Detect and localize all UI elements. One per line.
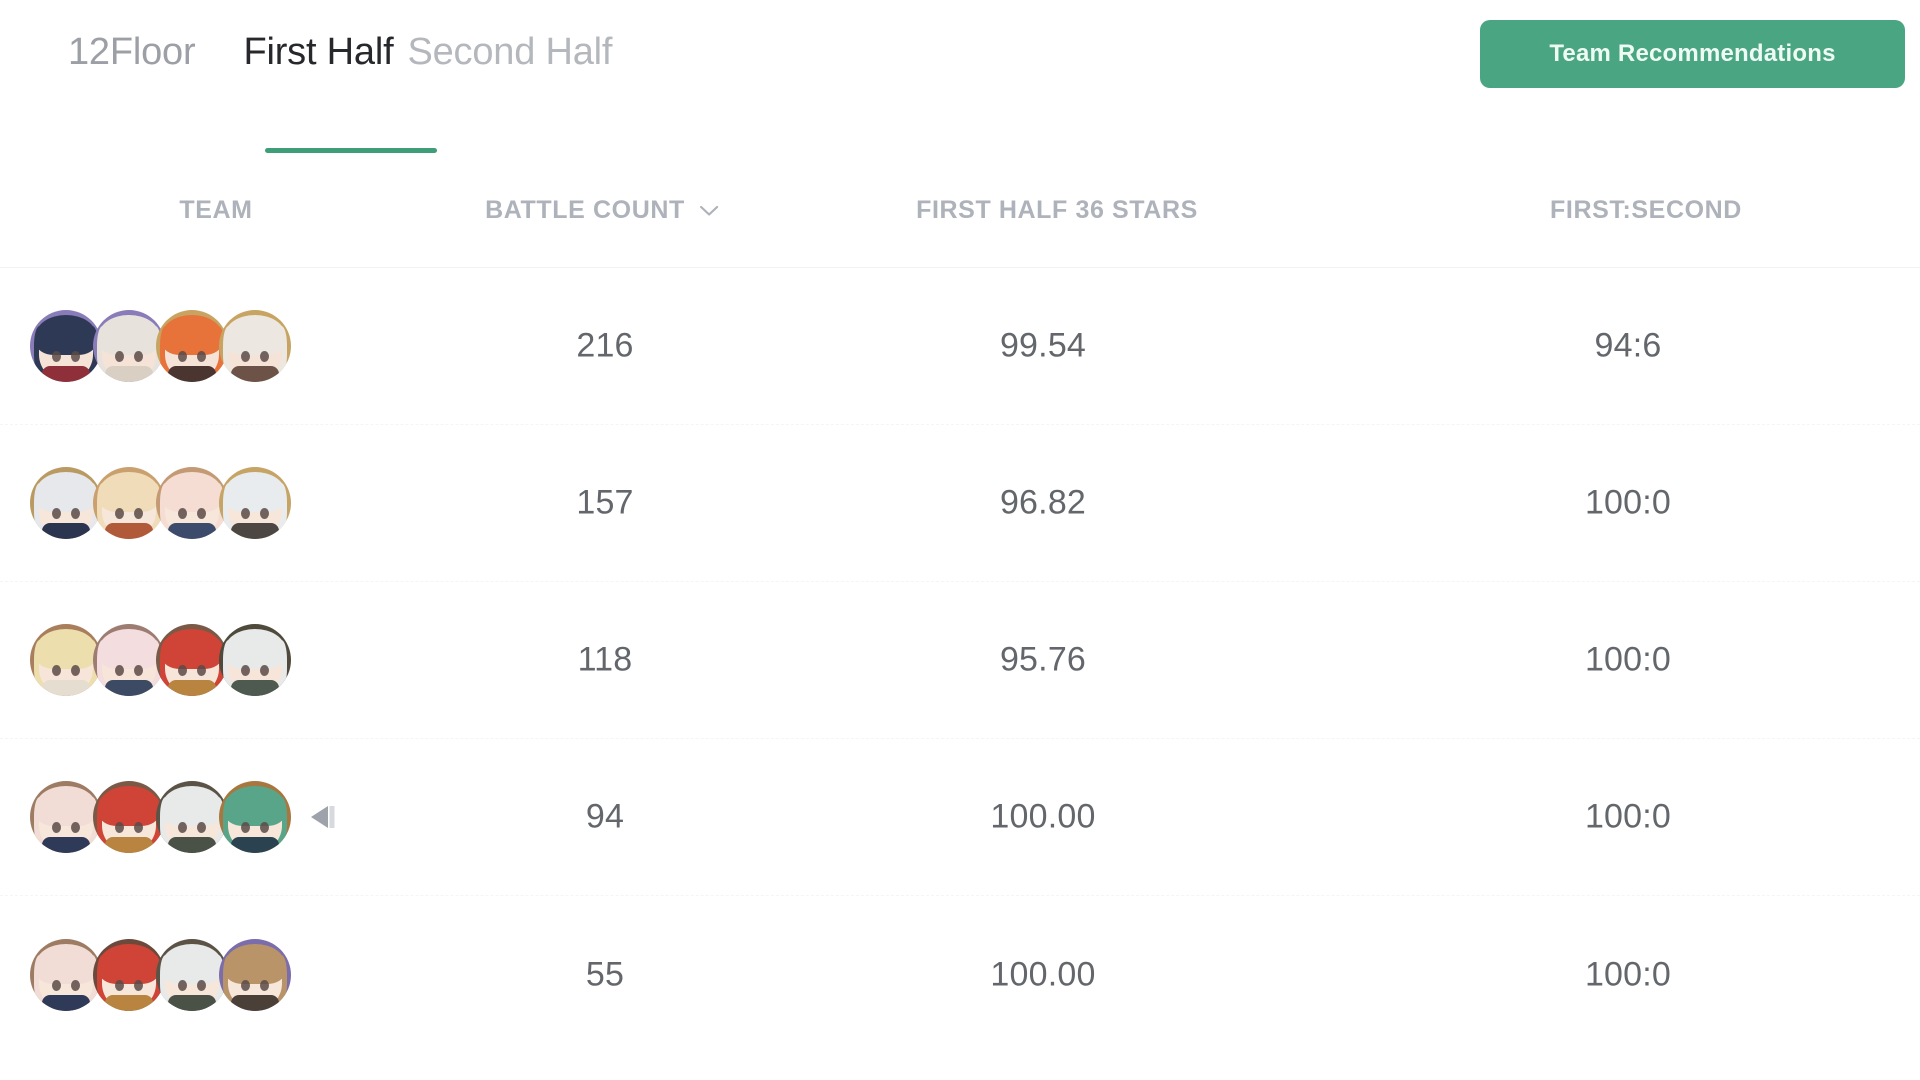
- column-header-battle-count[interactable]: BATTLE COUNT: [485, 196, 719, 225]
- first-half-36-stars-value: 100.00: [990, 955, 1096, 993]
- character-avatar[interactable]: [93, 310, 165, 382]
- team-avatar-group: [30, 781, 291, 853]
- app-root: 12Floor First Half Second Half Team Reco…: [0, 0, 1920, 1080]
- character-avatar[interactable]: [30, 781, 102, 853]
- battle-count-value: 118: [577, 640, 633, 679]
- first-second-value: 100:0: [1584, 483, 1672, 522]
- character-avatar[interactable]: [30, 938, 102, 1011]
- team-recommendations-button[interactable]: Team Recommendations: [1480, 20, 1905, 88]
- tab-first-half[interactable]: First Half: [243, 30, 393, 76]
- character-avatar[interactable]: [156, 624, 228, 696]
- character-avatar[interactable]: [219, 938, 291, 1011]
- table-row[interactable]: 118 95.76 100:0: [0, 582, 1920, 739]
- character-avatar[interactable]: [219, 624, 291, 696]
- first-second-value: 100:0: [1584, 955, 1672, 993]
- floor-label[interactable]: 12Floor: [68, 30, 196, 76]
- battle-count-value: 55: [585, 955, 625, 993]
- team-avatar-group: [30, 938, 291, 1011]
- team-avatar-group: [30, 310, 291, 382]
- column-header-first-half-36-stars: FIRST HALF 36 STARS: [916, 196, 1198, 225]
- character-avatar[interactable]: [156, 938, 228, 1011]
- table-header-row: TEAM BATTLE COUNT FIRST HALF 36 STARS FI…: [0, 152, 1920, 268]
- first-second-value: 100:0: [1584, 797, 1672, 836]
- chevron-down-icon[interactable]: [699, 205, 719, 217]
- first-second-value: 100:0: [1584, 640, 1672, 679]
- column-header-first-second-label: FIRST:SECOND: [1550, 196, 1742, 224]
- team-cell: [30, 938, 291, 1011]
- table-row[interactable]: 94 100.00 100:0: [0, 739, 1920, 896]
- first-half-36-stars-value: 95.76: [999, 640, 1087, 679]
- character-avatar[interactable]: [156, 310, 228, 382]
- team-cell: [30, 467, 291, 539]
- battle-count-value: 157: [576, 483, 634, 522]
- character-avatar[interactable]: [93, 781, 165, 853]
- column-header-team-label: TEAM: [179, 196, 253, 224]
- character-avatar[interactable]: [219, 310, 291, 382]
- character-avatar[interactable]: [30, 310, 102, 382]
- tab-second-half[interactable]: Second Half: [407, 30, 612, 76]
- table-row[interactable]: 216 99.54 94:6: [0, 268, 1920, 425]
- table-row[interactable]: 157 96.82 100:0: [0, 425, 1920, 582]
- table-row[interactable]: 55 100.00 100:0: [0, 896, 1920, 1053]
- character-avatar[interactable]: [93, 938, 165, 1011]
- character-avatar[interactable]: [93, 467, 165, 539]
- character-avatar[interactable]: [93, 624, 165, 696]
- tab-list: 12Floor First Half Second Half: [68, 30, 612, 76]
- character-avatar[interactable]: [30, 624, 102, 696]
- step-backward-icon[interactable]: [306, 800, 340, 834]
- character-avatar[interactable]: [219, 781, 291, 853]
- character-avatar[interactable]: [156, 781, 228, 853]
- battle-count-value: 94: [585, 797, 625, 836]
- team-cell: [30, 310, 291, 382]
- character-avatar[interactable]: [156, 467, 228, 539]
- column-header-battle-count-label: BATTLE COUNT: [485, 196, 685, 224]
- column-header-first-half-36-stars-label: FIRST HALF 36 STARS: [916, 196, 1198, 224]
- first-half-36-stars-value: 99.54: [999, 326, 1087, 365]
- character-avatar[interactable]: [219, 467, 291, 539]
- column-header-team: TEAM: [179, 196, 252, 225]
- first-half-36-stars-value: 96.82: [999, 483, 1087, 522]
- first-second-value: 94:6: [1594, 326, 1662, 365]
- team-cell: [30, 624, 291, 696]
- character-avatar[interactable]: [30, 467, 102, 539]
- team-avatar-group: [30, 624, 291, 696]
- column-header-first-second: FIRST:SECOND: [1550, 196, 1742, 225]
- top-tab-bar: 12Floor First Half Second Half Team Reco…: [0, 0, 1920, 153]
- team-cell: [30, 781, 340, 853]
- first-half-36-stars-value: 100.00: [990, 797, 1096, 836]
- battle-count-value: 216: [576, 326, 634, 365]
- teams-table: TEAM BATTLE COUNT FIRST HALF 36 STARS FI…: [0, 152, 1920, 1053]
- table-body: 216 99.54 94:6 157 96.82 100:0 118 95.76 100:0 94…: [0, 268, 1920, 1053]
- team-avatar-group: [30, 467, 291, 539]
